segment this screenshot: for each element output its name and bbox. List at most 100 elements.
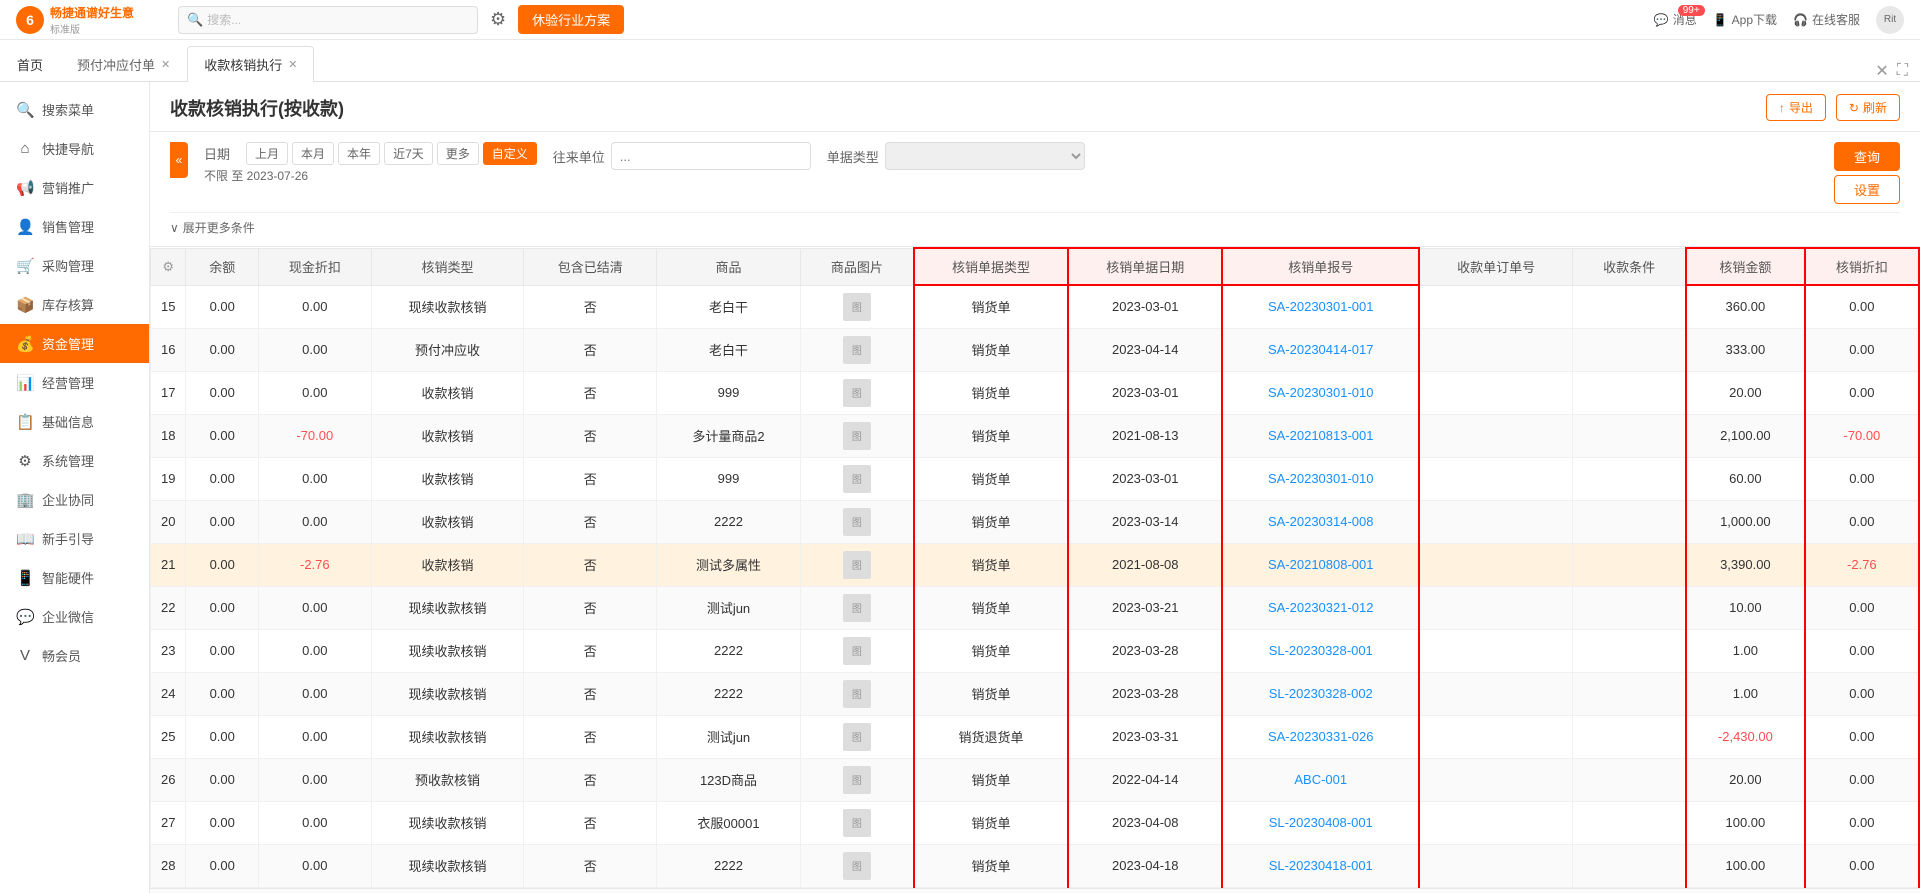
bill-report-no-link[interactable]: SA-20230301-010: [1268, 471, 1374, 486]
cell-bill-report-no[interactable]: SA-20230301-010: [1222, 371, 1419, 414]
cell-bill-report-no[interactable]: SA-20230331-026: [1222, 715, 1419, 758]
sidebar-item-quicknav[interactable]: ⌂ 快捷导航: [0, 129, 149, 168]
cell-include-settled: 否: [524, 586, 657, 629]
th-bill-report-no: 核销单报号: [1222, 248, 1419, 285]
bill-report-no-link[interactable]: SL-20230328-002: [1269, 686, 1373, 701]
last-7-days-btn[interactable]: 近7天: [384, 142, 433, 165]
cell-write-off-discount: 0.00: [1805, 672, 1919, 715]
cell-row-num: 16: [151, 328, 186, 371]
expand-more-label: 展开更多条件: [183, 219, 255, 236]
finance-sidebar-icon: 💰: [16, 335, 34, 353]
sidebar-item-wechat[interactable]: 💬 企业微信: [0, 597, 149, 636]
sidebar-item-system[interactable]: ⚙ 系统管理: [0, 441, 149, 480]
last-month-btn[interactable]: 上月: [246, 142, 288, 165]
more-date-btn[interactable]: 更多: [437, 142, 479, 165]
sidebar-item-basic[interactable]: 📋 基础信息: [0, 402, 149, 441]
date-range-display: 不限 至 2023-07-26: [204, 167, 537, 184]
table-footer: 40,556,66... 952.24: [150, 888, 1920, 893]
sidebar-item-guide[interactable]: 📖 新手引导: [0, 519, 149, 558]
maximize-icon[interactable]: ⛶: [1897, 62, 1908, 80]
bill-report-no-link[interactable]: SL-20230328-001: [1269, 643, 1373, 658]
sidebar-item-hardware[interactable]: 📱 智能硬件: [0, 558, 149, 597]
sidebar-item-search[interactable]: 🔍 搜索菜单: [0, 90, 149, 129]
online-service-link[interactable]: 🎧 在线客服: [1793, 11, 1860, 28]
sidebar-item-marketing[interactable]: 📢 营销推广: [0, 168, 149, 207]
guide-sidebar-icon: 📖: [16, 530, 34, 548]
sidebar-item-vip[interactable]: V 畅会员: [0, 636, 149, 675]
export-button[interactable]: ↑ 导出: [1766, 94, 1826, 121]
top-bar-actions: 💬 消息 99+ 📱 App下载 🎧 在线客服 Rit: [1654, 6, 1904, 34]
gear-icon[interactable]: ⚙: [490, 9, 506, 30]
bill-report-no-link[interactable]: ABC-001: [1294, 772, 1347, 787]
bill-report-no-link[interactable]: SA-20230301-001: [1268, 299, 1374, 314]
setting-button[interactable]: 设置: [1834, 175, 1900, 204]
tab-prepay-close[interactable]: ✕: [161, 58, 170, 71]
bill-report-no-link[interactable]: SA-20230301-010: [1268, 385, 1374, 400]
cell-bill-report-no[interactable]: SA-20210813-001: [1222, 414, 1419, 457]
table-container[interactable]: ⚙ 余额 现金折扣 核销类型 包含已结清 商品 商品图片 核销单据类型 核销单据…: [150, 247, 1920, 893]
cell-bill-report-no[interactable]: SL-20230418-001: [1222, 844, 1419, 887]
cell-bill-report-no[interactable]: SA-20230301-010: [1222, 457, 1419, 500]
cell-product: 衣服00001: [657, 801, 801, 844]
cell-bill-report-no[interactable]: SA-20230321-012: [1222, 586, 1419, 629]
tab-receipt[interactable]: 收款核销执行 ✕: [187, 46, 314, 82]
bill-report-no-link[interactable]: SL-20230418-001: [1269, 858, 1373, 873]
bill-report-no-link[interactable]: SA-20210808-001: [1268, 557, 1374, 572]
expand-more-conditions[interactable]: ∨ 展开更多条件: [170, 212, 1900, 236]
cell-bill-report-no[interactable]: SA-20230314-008: [1222, 500, 1419, 543]
this-month-btn[interactable]: 本月: [292, 142, 334, 165]
home-sidebar-icon: ⌂: [16, 140, 34, 157]
messages-icon-area[interactable]: 💬 消息 99+: [1654, 11, 1697, 28]
sidebar-item-inventory[interactable]: 📦 库存核算: [0, 285, 149, 324]
refresh-button[interactable]: ↻ 刷新: [1836, 94, 1900, 121]
column-settings-icon[interactable]: ⚙: [162, 259, 174, 274]
close-window-icon[interactable]: ✕: [1875, 61, 1888, 81]
this-year-btn[interactable]: 本年: [338, 142, 380, 165]
query-button[interactable]: 查询: [1834, 142, 1900, 171]
tab-prepay[interactable]: 预付冲应付单 ✕: [60, 46, 187, 82]
bill-type-select[interactable]: [885, 142, 1085, 170]
cell-bill-report-no[interactable]: SL-20230328-002: [1222, 672, 1419, 715]
cell-write-off-discount: 0.00: [1805, 328, 1919, 371]
sidebar-item-finance[interactable]: 💰 资金管理: [0, 324, 149, 363]
table-row: 21 0.00 -2.76 收款核销 否 测试多属性 图 销货单 2021-08…: [151, 543, 1920, 586]
cell-include-settled: 否: [524, 500, 657, 543]
custom-date-btn[interactable]: 自定义: [483, 142, 537, 165]
th-settings[interactable]: ⚙: [151, 248, 186, 285]
sidebar-item-marketing-label: 营销推广: [42, 178, 94, 197]
tab-home[interactable]: 首页: [0, 46, 60, 82]
bill-report-no-link[interactable]: SA-20230414-017: [1268, 342, 1374, 357]
bill-report-no-link[interactable]: SL-20230408-001: [1269, 815, 1373, 830]
tab-receipt-close[interactable]: ✕: [288, 58, 297, 71]
cell-bill-report-no[interactable]: ABC-001: [1222, 758, 1419, 801]
cell-bill-report-no[interactable]: SA-20230301-001: [1222, 285, 1419, 328]
filter-collapse-button[interactable]: «: [170, 142, 188, 178]
cell-bill-report-no[interactable]: SL-20230328-001: [1222, 629, 1419, 672]
cell-balance: 0.00: [186, 715, 259, 758]
sidebar-item-sales[interactable]: 👤 销售管理: [0, 207, 149, 246]
cell-bill-report-date: 2021-08-08: [1068, 543, 1222, 586]
cell-bill-report-no[interactable]: SL-20230408-001: [1222, 801, 1419, 844]
bill-report-no-link[interactable]: SA-20230314-008: [1268, 514, 1374, 529]
user-avatar[interactable]: Rit: [1876, 6, 1904, 34]
cell-product: 999: [657, 457, 801, 500]
cell-write-off-discount: 0.00: [1805, 629, 1919, 672]
partner-input[interactable]: [611, 142, 811, 170]
cell-write-off-discount: 0.00: [1805, 758, 1919, 801]
top-search-bar[interactable]: 🔍 搜索...: [178, 6, 478, 34]
cell-bill-report-no[interactable]: SA-20210808-001: [1222, 543, 1419, 586]
logo-version: 标准版: [50, 21, 134, 36]
bill-report-no-link[interactable]: SA-20230321-012: [1268, 600, 1374, 615]
cell-bill-report-no[interactable]: SA-20230414-017: [1222, 328, 1419, 371]
industry-solution-button[interactable]: 休验行业方案: [518, 5, 624, 34]
sidebar-item-corp[interactable]: 🏢 企业协同: [0, 480, 149, 519]
bill-report-no-link[interactable]: SA-20210813-001: [1268, 428, 1374, 443]
cell-row-num: 22: [151, 586, 186, 629]
sidebar-item-operation[interactable]: 📊 经营管理: [0, 363, 149, 402]
sidebar-item-finance-label: 资金管理: [42, 334, 94, 353]
cell-cash-discount: 0.00: [259, 758, 372, 801]
cell-include-settled: 否: [524, 371, 657, 414]
app-download-link[interactable]: 📱 App下载: [1713, 11, 1777, 28]
bill-report-no-link[interactable]: SA-20230331-026: [1268, 729, 1374, 744]
sidebar-item-purchase[interactable]: 🛒 采购管理: [0, 246, 149, 285]
